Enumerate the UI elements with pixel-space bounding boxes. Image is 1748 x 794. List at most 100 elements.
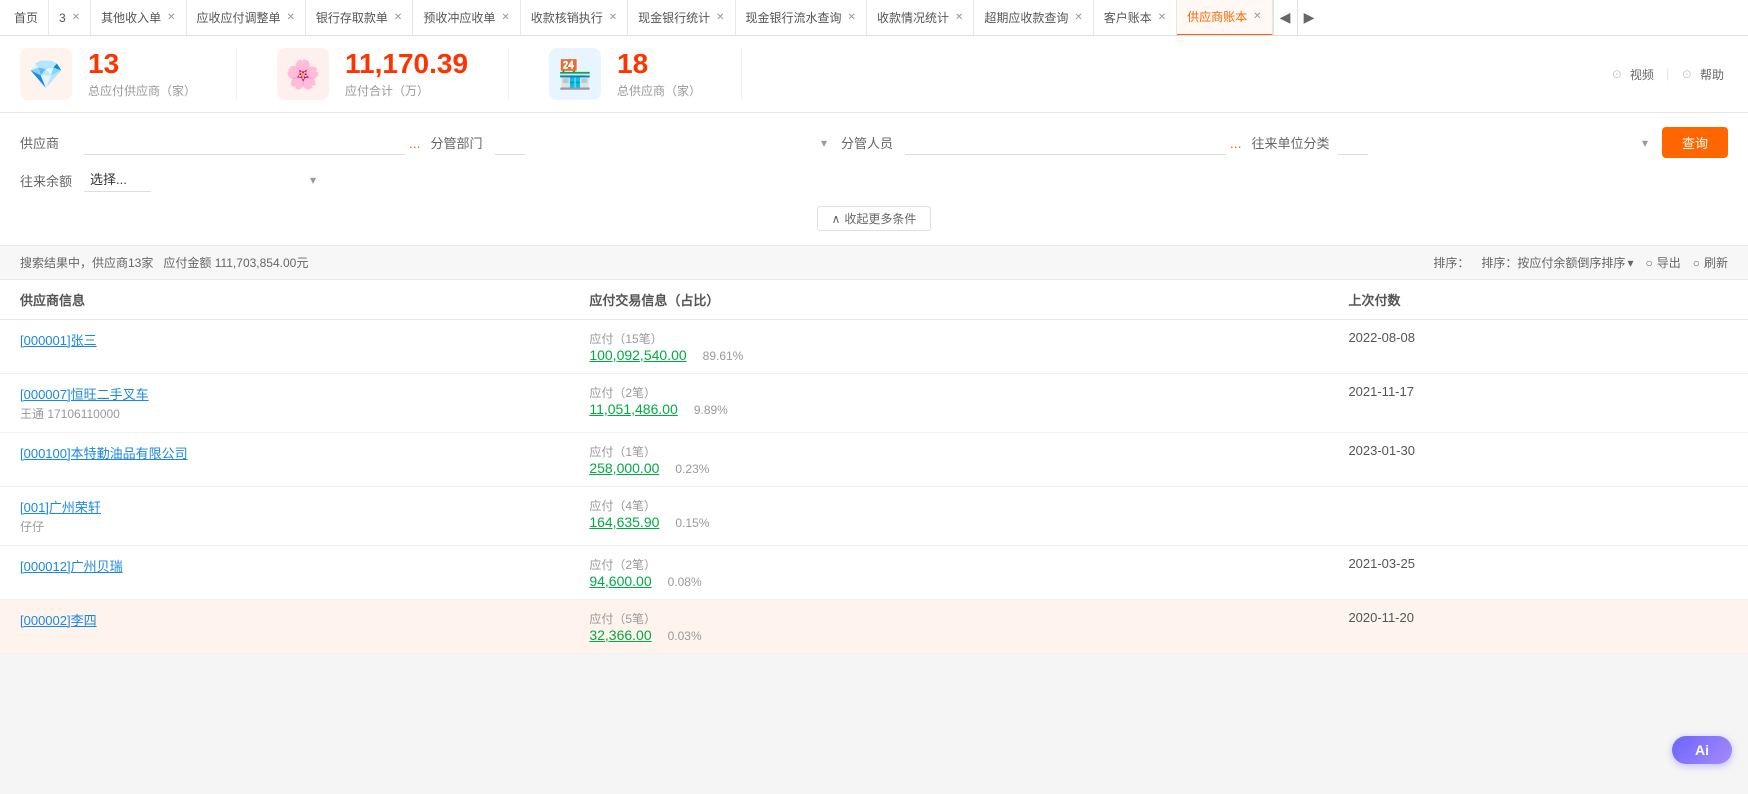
last-pay-date: 2023-01-30 [1348, 443, 1415, 458]
top-right-links: ⊙ 视频 ｜ ⊙ 帮助 [1608, 66, 1728, 83]
close-icon[interactable]: ✕ [1074, 12, 1082, 23]
payable-amount[interactable]: 258,000.00 [589, 460, 659, 476]
balance-search-field: 往来余额 选择... [20, 168, 320, 192]
payable-amount[interactable]: 100,092,540.00 [589, 347, 686, 363]
supplier-cell: [000001]张三 [20, 330, 589, 349]
payable-pct: 0.08% [668, 575, 702, 589]
supplier-link[interactable]: [001]广州荣轩 [20, 497, 589, 516]
nav-tab-label: 现金银行流水查询 [746, 9, 842, 26]
supplier-link[interactable]: [000007]恒旺二手叉车 [20, 384, 589, 403]
nav-tab-collection[interactable]: 收款核销执行 ✕ [521, 0, 628, 36]
supplier-cell: [001]广州荣轩 仔仔 [20, 497, 589, 535]
nav-tab-prepay[interactable]: 预收冲应收单 ✕ [413, 0, 520, 36]
ai-label: Ai [1695, 742, 1709, 758]
table-row: [001]广州荣轩 仔仔 应付（4笔） 164,635.90 0.15% [0, 487, 1748, 546]
supplier-input[interactable] [84, 131, 405, 155]
balance-select-wrapper: 选择... [84, 168, 320, 192]
supplier-sub: 王通 17106110000 [20, 405, 589, 422]
ai-button[interactable]: Ai [1672, 736, 1732, 764]
flower-icon: 🌸 [277, 48, 329, 100]
stat-payable-amount-value: 11,170.39 [345, 50, 468, 78]
close-icon[interactable]: ✕ [394, 12, 402, 23]
refresh-button[interactable]: ○ 刷新 [1693, 254, 1728, 271]
table-header: 供应商信息 应付交易信息（占比） 上次付数 [0, 280, 1748, 320]
help-link[interactable]: 帮助 [1700, 66, 1724, 83]
payable-pct: 89.61% [703, 349, 744, 363]
balance-select[interactable]: 选择... [84, 168, 151, 192]
nav-tab-cashbank-flow[interactable]: 现金银行流水查询 ✕ [736, 0, 867, 36]
lastpay-cell: 2022-08-08 [1348, 330, 1728, 345]
category-select[interactable] [1338, 131, 1368, 155]
nav-tab-label: 现金银行统计 [638, 9, 710, 26]
sort-button[interactable]: 排序：按应付余额倒序排序 ▾ [1481, 254, 1633, 271]
nav-tab-overdue[interactable]: 超期应收款查询 ✕ [974, 0, 1093, 36]
dept-select[interactable] [495, 131, 525, 155]
chevron-down-icon: ▾ [1627, 256, 1633, 270]
person-dots-button[interactable]: ... [1230, 135, 1242, 151]
payable-row: 258,000.00 0.23% [589, 460, 1348, 476]
nav-tab-cashbank-stats[interactable]: 现金银行统计 ✕ [628, 0, 735, 36]
stat-total-suppliers: 🏪 18 总供应商（家） [549, 48, 742, 100]
payable-label: 应付（5笔） [589, 610, 1348, 627]
close-icon[interactable]: ✕ [287, 12, 295, 23]
video-link[interactable]: 视频 [1630, 66, 1654, 83]
payable-label: 应付（4笔） [589, 497, 1348, 514]
close-icon[interactable]: ✕ [609, 12, 617, 23]
supplier-link[interactable]: [000001]张三 [20, 330, 589, 349]
nav-tab-label: 3 [59, 11, 66, 25]
circle-icon: ⊙ [1612, 67, 1622, 81]
supplier-link[interactable]: [000012]广州贝瑞 [20, 556, 589, 575]
result-actions: 排序： 排序：按应付余额倒序排序 ▾ ○ 导出 ○ 刷新 [1433, 254, 1728, 271]
table-row: [000002]李四 应付（5笔） 32,366.00 0.03% 2020-1… [0, 600, 1748, 654]
sort-label: 排序： [1433, 254, 1469, 271]
payable-amount[interactable]: 94,600.00 [589, 573, 651, 589]
export-button[interactable]: ○ 导出 [1645, 254, 1680, 271]
collapse-button[interactable]: ∧ 收起更多条件 [817, 206, 932, 231]
payable-amount[interactable]: 32,366.00 [589, 627, 651, 643]
table-row: [000100]本特勤油品有限公司 应付（1笔） 258,000.00 0.23… [0, 433, 1748, 487]
stat-total-suppliers-label: 总供应商（家） [617, 82, 701, 99]
close-icon[interactable]: ✕ [167, 12, 175, 23]
close-icon[interactable]: ✕ [501, 12, 509, 23]
nav-next-button[interactable]: ▶ [1297, 0, 1321, 36]
nav-tab-customer-ledger[interactable]: 客户账本 ✕ [1094, 0, 1177, 36]
category-select-wrapper [1338, 131, 1652, 155]
store-icon: 🏪 [549, 48, 601, 100]
close-icon[interactable]: ✕ [955, 12, 963, 23]
close-icon[interactable]: ✕ [848, 12, 856, 23]
nav-tab-label: 收款核销执行 [531, 9, 603, 26]
nav-tab-3[interactable]: 3 ✕ [49, 0, 91, 36]
payable-amount[interactable]: 11,051,486.00 [589, 401, 678, 417]
stat-total-payable-suppliers: 💎 13 总应付供应商（家） [20, 48, 237, 100]
supplier-link[interactable]: [000002]李四 [20, 610, 589, 629]
close-icon[interactable]: ✕ [1253, 11, 1261, 22]
payable-amount[interactable]: 164,635.90 [589, 514, 659, 530]
search-row-1: 供应商 ... 分管部门 分管人员 ... 往来单位分类 查询 [20, 127, 1728, 158]
category-label: 往来单位分类 [1252, 133, 1330, 152]
collapse-row: ∧ 收起更多条件 [20, 202, 1728, 235]
nav-tab-collection-stats[interactable]: 收款情况统计 ✕ [867, 0, 974, 36]
supplier-link[interactable]: [000100]本特勤油品有限公司 [20, 443, 589, 462]
lastpay-cell: 2021-11-17 [1348, 384, 1728, 399]
nav-tab-bank-deposit[interactable]: 银行存取款单 ✕ [306, 0, 413, 36]
table-row: [000012]广州贝瑞 应付（2笔） 94,600.00 0.08% 2021… [0, 546, 1748, 600]
nav-tab-adjustment[interactable]: 应收应付调整单 ✕ [187, 0, 306, 36]
collapse-label: 收起更多条件 [844, 210, 916, 227]
nav-tab-home[interactable]: 首页 [4, 0, 49, 36]
close-icon[interactable]: ✕ [1158, 12, 1166, 23]
nav-tab-label: 银行存取款单 [316, 9, 388, 26]
nav-tab-label: 供应商账本 [1187, 8, 1247, 25]
close-icon[interactable]: ✕ [72, 12, 80, 23]
supplier-dots-button[interactable]: ... [409, 135, 421, 151]
payable-label: 应付（1笔） [589, 443, 1348, 460]
close-icon[interactable]: ✕ [716, 12, 724, 23]
query-button[interactable]: 查询 [1662, 127, 1728, 158]
dept-search-field: 分管部门 [431, 131, 832, 155]
header-payable: 应付交易信息（占比） [589, 290, 1348, 309]
person-input[interactable] [905, 131, 1226, 155]
nav-prev-button[interactable]: ◀ [1273, 0, 1297, 36]
category-search-field: 往来单位分类 [1252, 131, 1653, 155]
nav-tab-other-income[interactable]: 其他收入单 ✕ [91, 0, 186, 36]
nav-tab-label: 应收应付调整单 [197, 9, 281, 26]
nav-tab-supplier-ledger[interactable]: 供应商账本 ✕ [1177, 0, 1272, 36]
